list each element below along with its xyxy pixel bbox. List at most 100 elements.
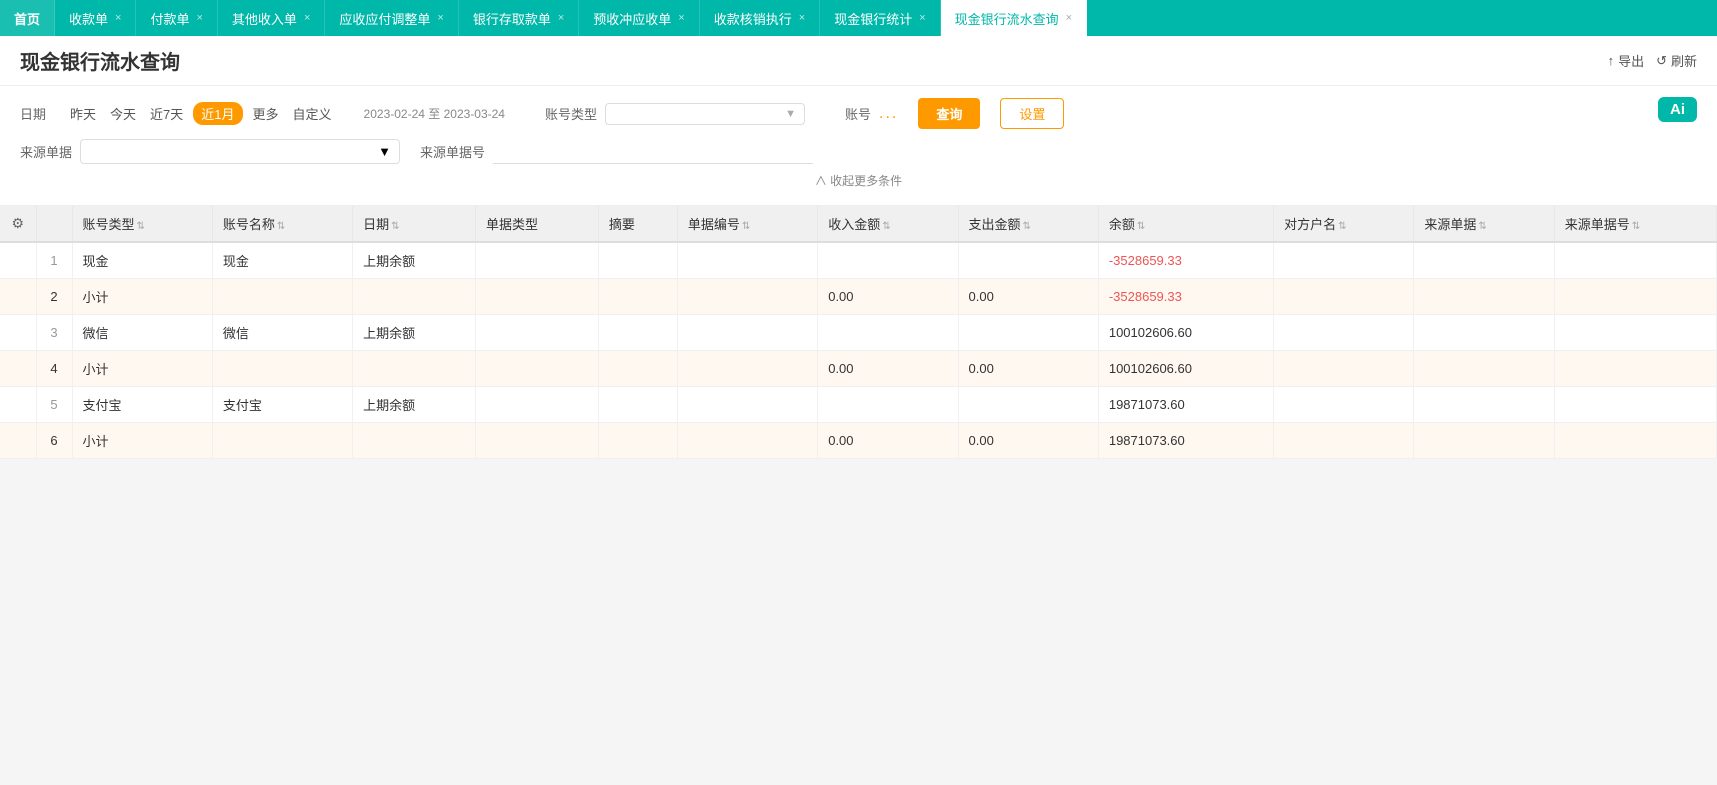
sort-icon: ⇅ xyxy=(882,221,890,232)
cell-source_doc xyxy=(1414,279,1554,315)
nav-item-other-income[interactable]: 其他收入单× xyxy=(218,0,325,36)
nav-item-receipt-verify[interactable]: 收款核销执行× xyxy=(700,0,820,36)
source-doc-num-input[interactable] xyxy=(493,140,813,164)
cell-settings xyxy=(0,387,36,423)
account-type-filter: 账号类型 ▼ xyxy=(545,103,805,125)
gear-icon[interactable]: ⚙ xyxy=(11,215,24,231)
close-icon[interactable]: × xyxy=(558,12,564,24)
cell-balance: 19871073.60 xyxy=(1098,387,1273,423)
table-row: 6小计0.000.0019871073.60 xyxy=(0,423,1717,459)
cell-source_doc xyxy=(1414,242,1554,279)
cell-num: 6 xyxy=(36,423,72,459)
table-header-row: ⚙账号类型⇅账号名称⇅日期⇅单据类型摘要单据编号⇅收入金额⇅支出金额⇅余额⇅对方… xyxy=(0,206,1717,242)
date-btn-today[interactable]: 今天 xyxy=(106,102,140,125)
export-button[interactable]: ↑ 导出 xyxy=(1608,51,1645,70)
cell-source_doc xyxy=(1414,351,1554,387)
cell-date xyxy=(353,351,476,387)
cell-account_name xyxy=(212,423,352,459)
settings-button[interactable]: 设置 xyxy=(1000,98,1064,129)
cell-source_doc_num xyxy=(1554,387,1716,423)
nav-item-home[interactable]: 首页 xyxy=(0,0,55,36)
account-label: 账号 xyxy=(845,104,871,123)
col-header-account_name[interactable]: 账号名称⇅ xyxy=(212,206,352,242)
col-header-balance[interactable]: 余额⇅ xyxy=(1098,206,1273,242)
account-dots-button[interactable]: ... xyxy=(879,105,898,123)
nav-item-payment[interactable]: 付款单× xyxy=(136,0,217,36)
page-header: 现金银行流水查询 ↑ 导出 ↺ 刷新 xyxy=(0,36,1717,86)
cell-expense xyxy=(958,242,1098,279)
close-icon[interactable]: × xyxy=(304,12,310,24)
cell-counterpart xyxy=(1274,423,1414,459)
col-header-expense[interactable]: 支出金额⇅ xyxy=(958,206,1098,242)
header-actions: ↑ 导出 ↺ 刷新 xyxy=(1608,51,1697,70)
date-btn-yesterday[interactable]: 昨天 xyxy=(66,102,100,125)
cell-settings xyxy=(0,351,36,387)
cell-num: 3 xyxy=(36,315,72,351)
ai-badge[interactable]: Ai xyxy=(1658,97,1697,122)
date-btn-1month[interactable]: 近1月 xyxy=(193,102,242,125)
date-btn-more[interactable]: 更多 xyxy=(249,102,283,125)
cell-account_name: 现金 xyxy=(212,242,352,279)
account-type-select[interactable]: ▼ xyxy=(605,103,805,125)
cell-source_doc_num xyxy=(1554,242,1716,279)
close-icon[interactable]: × xyxy=(678,12,684,24)
account-filter: 账号 ... xyxy=(845,104,898,123)
close-icon[interactable]: × xyxy=(799,12,805,24)
cell-summary xyxy=(598,387,677,423)
col-header-doc_num[interactable]: 单据编号⇅ xyxy=(677,206,817,242)
sort-icon: ⇅ xyxy=(391,221,399,232)
cell-account_name: 支付宝 xyxy=(212,387,352,423)
col-header-income[interactable]: 收入金额⇅ xyxy=(818,206,958,242)
query-button[interactable]: 查询 xyxy=(918,98,980,129)
cell-num: 5 xyxy=(36,387,72,423)
cell-account_name: 微信 xyxy=(212,315,352,351)
col-header-source_doc_num[interactable]: 来源单据号⇅ xyxy=(1554,206,1716,242)
close-icon[interactable]: × xyxy=(196,12,202,24)
collapse-bar[interactable]: ∧ 收起更多条件 xyxy=(20,168,1697,193)
cell-date xyxy=(353,423,476,459)
close-icon[interactable]: × xyxy=(1066,12,1072,24)
close-icon[interactable]: × xyxy=(437,12,443,24)
close-icon[interactable]: × xyxy=(115,12,121,24)
source-doc-select[interactable]: ▼ xyxy=(80,139,400,164)
source-doc-num-filter: 来源单据号 xyxy=(420,140,813,164)
nav-item-prepay-offset[interactable]: 预收冲应收单× xyxy=(579,0,699,36)
cell-doc_type xyxy=(475,387,598,423)
date-btn-custom[interactable]: 自定义 xyxy=(289,102,336,125)
table-row: 4小计0.000.00100102606.60 xyxy=(0,351,1717,387)
cell-date: 上期余额 xyxy=(353,315,476,351)
cell-account_type: 小计 xyxy=(72,279,212,315)
col-header-counterpart[interactable]: 对方户名⇅ xyxy=(1274,206,1414,242)
col-header-account_type[interactable]: 账号类型⇅ xyxy=(72,206,212,242)
nav-item-cash-bank-flow[interactable]: 现金银行流水查询× xyxy=(941,0,1087,36)
nav-item-bank-deposit[interactable]: 银行存取款单× xyxy=(459,0,579,36)
source-doc-filter: 来源单据 ▼ xyxy=(20,139,400,164)
cell-doc_type xyxy=(475,351,598,387)
nav-item-ar-ap-adjust[interactable]: 应收应付调整单× xyxy=(325,0,458,36)
cell-account_type: 小计 xyxy=(72,423,212,459)
date-btn-7days[interactable]: 近7天 xyxy=(146,102,187,125)
col-header-source_doc[interactable]: 来源单据⇅ xyxy=(1414,206,1554,242)
nav-item-cash-bank-stat[interactable]: 现金银行统计× xyxy=(820,0,940,36)
cell-source_doc_num xyxy=(1554,423,1716,459)
cell-source_doc_num xyxy=(1554,279,1716,315)
cell-summary xyxy=(598,315,677,351)
cell-expense xyxy=(958,387,1098,423)
close-icon[interactable]: × xyxy=(919,12,925,24)
cell-doc_type xyxy=(475,242,598,279)
cell-income xyxy=(818,242,958,279)
cell-income: 0.00 xyxy=(818,423,958,459)
cell-num: 4 xyxy=(36,351,72,387)
source-doc-num-label: 来源单据号 xyxy=(420,142,485,161)
nav-item-receipt[interactable]: 收款单× xyxy=(55,0,136,36)
cell-doc_type xyxy=(475,423,598,459)
filter-row-1: 日期 昨天今天近7天近1月更多自定义 2023-02-24 至 2023-03-… xyxy=(20,98,1697,129)
source-doc-label: 来源单据 xyxy=(20,142,72,161)
cell-income: 0.00 xyxy=(818,279,958,315)
cell-balance: 100102606.60 xyxy=(1098,351,1273,387)
refresh-button[interactable]: ↺ 刷新 xyxy=(1656,51,1697,70)
col-header-summary: 摘要 xyxy=(598,206,677,242)
col-header-date[interactable]: 日期⇅ xyxy=(353,206,476,242)
sort-icon: ⇅ xyxy=(137,221,145,232)
cell-settings xyxy=(0,279,36,315)
